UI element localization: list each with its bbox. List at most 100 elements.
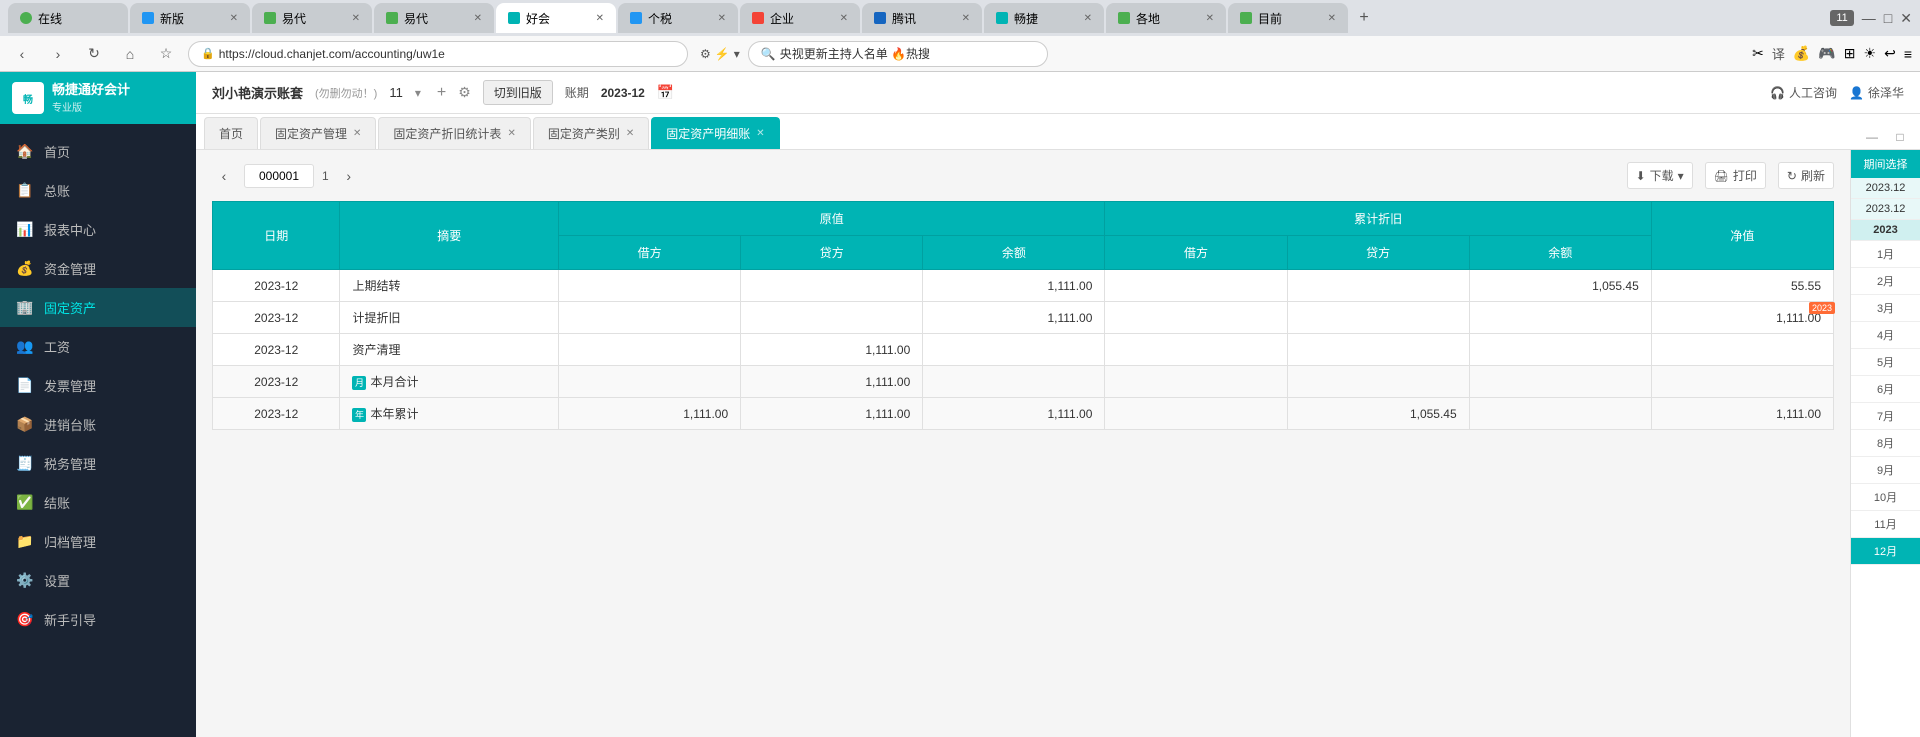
dropdown-icon[interactable]: ▾ bbox=[734, 47, 740, 61]
browser-tab-5[interactable]: 个税 ✕ bbox=[618, 3, 738, 33]
period-month-11[interactable]: 11月 bbox=[1851, 511, 1920, 538]
service-button[interactable]: 🎧 人工咨询 bbox=[1770, 84, 1837, 101]
window-close[interactable]: ✕ bbox=[1900, 10, 1912, 27]
period-month-8[interactable]: 8月 bbox=[1851, 430, 1920, 457]
special-tag-2023: 2023 bbox=[1809, 302, 1835, 314]
translate-icon[interactable]: 译 bbox=[1772, 44, 1785, 63]
sidebar-item-funds[interactable]: 💰 资金管理 bbox=[0, 249, 196, 288]
tab-fixed-asset-management[interactable]: 固定资产管理 ✕ bbox=[260, 117, 376, 149]
tab-close-7[interactable]: ✕ bbox=[962, 13, 970, 24]
tab-close-10[interactable]: ✕ bbox=[1328, 13, 1336, 24]
period-month-2[interactable]: 2月 bbox=[1851, 268, 1920, 295]
sidebar-item-ledger[interactable]: 📋 总账 bbox=[0, 171, 196, 210]
period-month-10[interactable]: 10月 bbox=[1851, 484, 1920, 511]
period-month-9[interactable]: 9月 bbox=[1851, 457, 1920, 484]
maximize-pane-button[interactable]: □ bbox=[1888, 125, 1912, 149]
user-profile[interactable]: 👤 徐泽华 bbox=[1849, 84, 1904, 101]
tab-asset-detail-ledger-close[interactable]: ✕ bbox=[756, 128, 764, 139]
scissors-icon[interactable]: ✂ bbox=[1752, 45, 1764, 62]
period-month-6[interactable]: 6月 bbox=[1851, 376, 1920, 403]
refresh-ledger-button[interactable]: ↻ 刷新 bbox=[1778, 162, 1834, 189]
browser-tab-8[interactable]: 畅捷 ✕ bbox=[984, 3, 1104, 33]
download-icon: ⬇ bbox=[1636, 169, 1646, 183]
bookmark-button[interactable]: ☆ bbox=[152, 40, 180, 68]
page-number-input[interactable] bbox=[244, 164, 314, 188]
next-page-button[interactable]: › bbox=[337, 164, 361, 188]
tab-close-2[interactable]: ✕ bbox=[352, 13, 360, 24]
grid-icon[interactable]: ⊞ bbox=[1844, 45, 1856, 62]
tab-home[interactable]: 首页 bbox=[204, 117, 258, 149]
browser-tab-0[interactable]: 在线 bbox=[8, 3, 128, 33]
period-month-5[interactable]: 5月 bbox=[1851, 349, 1920, 376]
url-input[interactable]: 🔒 https://cloud.chanjet.com/accounting/u… bbox=[188, 41, 688, 67]
browser-tab-1[interactable]: 新版 ✕ bbox=[130, 3, 250, 33]
browser-tab-10[interactable]: 目前 ✕ bbox=[1228, 3, 1348, 33]
tab-asset-detail-ledger[interactable]: 固定资产明细账 ✕ bbox=[651, 117, 779, 149]
back-button[interactable]: ‹ bbox=[8, 40, 36, 68]
new-tab-button[interactable]: + bbox=[1350, 4, 1378, 32]
tab-close-3[interactable]: ✕ bbox=[474, 13, 482, 24]
sidebar-item-invoices[interactable]: 📄 发票管理 bbox=[0, 366, 196, 405]
sidebar-item-guide[interactable]: 🎯 新手引导 bbox=[0, 600, 196, 639]
tab-close-5[interactable]: ✕ bbox=[718, 13, 726, 24]
settings-small-icon[interactable]: ⚙ bbox=[458, 84, 471, 101]
account-dropdown-icon[interactable]: ▾ bbox=[415, 86, 421, 100]
sidebar-item-payroll[interactable]: 👥 工资 bbox=[0, 327, 196, 366]
period-month-7[interactable]: 7月 bbox=[1851, 403, 1920, 430]
brightness-icon[interactable]: ☀ bbox=[1864, 45, 1877, 62]
wallet-icon[interactable]: 💰 bbox=[1793, 45, 1810, 62]
browser-tab-3[interactable]: 易代 ✕ bbox=[374, 3, 494, 33]
browser-tab-4[interactable]: 好会 ✕ bbox=[496, 3, 616, 33]
forward-button[interactable]: › bbox=[44, 40, 72, 68]
tab-asset-category-close[interactable]: ✕ bbox=[626, 128, 634, 139]
browser-tab-7[interactable]: 腾讯 ✕ bbox=[862, 3, 982, 33]
devtools-icon[interactable]: ⚙ bbox=[700, 47, 711, 61]
browser-tab-2[interactable]: 易代 ✕ bbox=[252, 3, 372, 33]
tab-close-9[interactable]: ✕ bbox=[1206, 13, 1214, 24]
refresh-button[interactable]: ↻ bbox=[80, 40, 108, 68]
lightning-icon[interactable]: ⚡ bbox=[715, 47, 730, 61]
minimize-pane-button[interactable]: — bbox=[1860, 125, 1884, 149]
browser-tab-9[interactable]: 各地 ✕ bbox=[1106, 3, 1226, 33]
tab-asset-category[interactable]: 固定资产类别 ✕ bbox=[533, 117, 649, 149]
sidebar-item-close[interactable]: ✅ 结账 bbox=[0, 483, 196, 522]
print-button[interactable]: 🖨 打印 bbox=[1705, 162, 1766, 189]
window-minimize[interactable]: — bbox=[1862, 10, 1876, 26]
sidebar-item-home[interactable]: 🏠 首页 bbox=[0, 132, 196, 171]
period-month-12[interactable]: 12月 bbox=[1851, 538, 1920, 565]
sidebar-item-tax[interactable]: 🧾 税务管理 bbox=[0, 444, 196, 483]
sidebar-item-archive[interactable]: 📁 归档管理 bbox=[0, 522, 196, 561]
cell-orig-balance-4: 1,111.00 bbox=[923, 398, 1105, 430]
tab-fixed-asset-management-close[interactable]: ✕ bbox=[353, 128, 361, 139]
tab-close-8[interactable]: ✕ bbox=[1084, 13, 1092, 24]
browser-tab-6[interactable]: 企业 ✕ bbox=[740, 3, 860, 33]
menu-icon[interactable]: ≡ bbox=[1904, 46, 1912, 62]
home-button[interactable]: ⌂ bbox=[116, 40, 144, 68]
tab-close-6[interactable]: ✕ bbox=[840, 13, 848, 24]
tab-depreciation-stat-close[interactable]: ✕ bbox=[507, 128, 515, 139]
calendar-icon[interactable]: 📅 bbox=[657, 84, 674, 101]
download-button[interactable]: ⬇ 下载 ▾ bbox=[1627, 162, 1693, 189]
cell-orig-balance-3 bbox=[923, 366, 1105, 398]
url-text: https://cloud.chanjet.com/accounting/uw1… bbox=[219, 47, 445, 61]
switch-version-button[interactable]: 切到旧版 bbox=[483, 80, 553, 105]
tab-depreciation-stat[interactable]: 固定资产折旧统计表 ✕ bbox=[378, 117, 530, 149]
tab-close-4[interactable]: ✕ bbox=[596, 13, 604, 24]
period-month-1[interactable]: 1月 bbox=[1851, 241, 1920, 268]
tab-close-1[interactable]: ✕ bbox=[230, 13, 238, 24]
cell-acc-balance-2 bbox=[1469, 334, 1651, 366]
prev-page-button[interactable]: ‹ bbox=[212, 164, 236, 188]
th-orig-debit: 借方 bbox=[559, 236, 741, 270]
sidebar-item-fixed-assets[interactable]: 🏢 固定资产 bbox=[0, 288, 196, 327]
search-input[interactable]: 🔍 央视更新主持人名单 🔥热搜 bbox=[748, 41, 1048, 67]
sidebar-item-inventory[interactable]: 📦 进销台账 bbox=[0, 405, 196, 444]
undo-icon[interactable]: ↩ bbox=[1884, 45, 1896, 62]
period-month-3[interactable]: 3月 bbox=[1851, 295, 1920, 322]
th-net-value: 净值 bbox=[1651, 202, 1833, 270]
sidebar-item-reports[interactable]: 📊 报表中心 bbox=[0, 210, 196, 249]
add-account-button[interactable]: + bbox=[437, 84, 446, 102]
period-month-4[interactable]: 4月 bbox=[1851, 322, 1920, 349]
sidebar-item-settings[interactable]: ⚙️ 设置 bbox=[0, 561, 196, 600]
game-icon[interactable]: 🎮 bbox=[1818, 45, 1835, 62]
window-maximize[interactable]: □ bbox=[1884, 10, 1892, 26]
